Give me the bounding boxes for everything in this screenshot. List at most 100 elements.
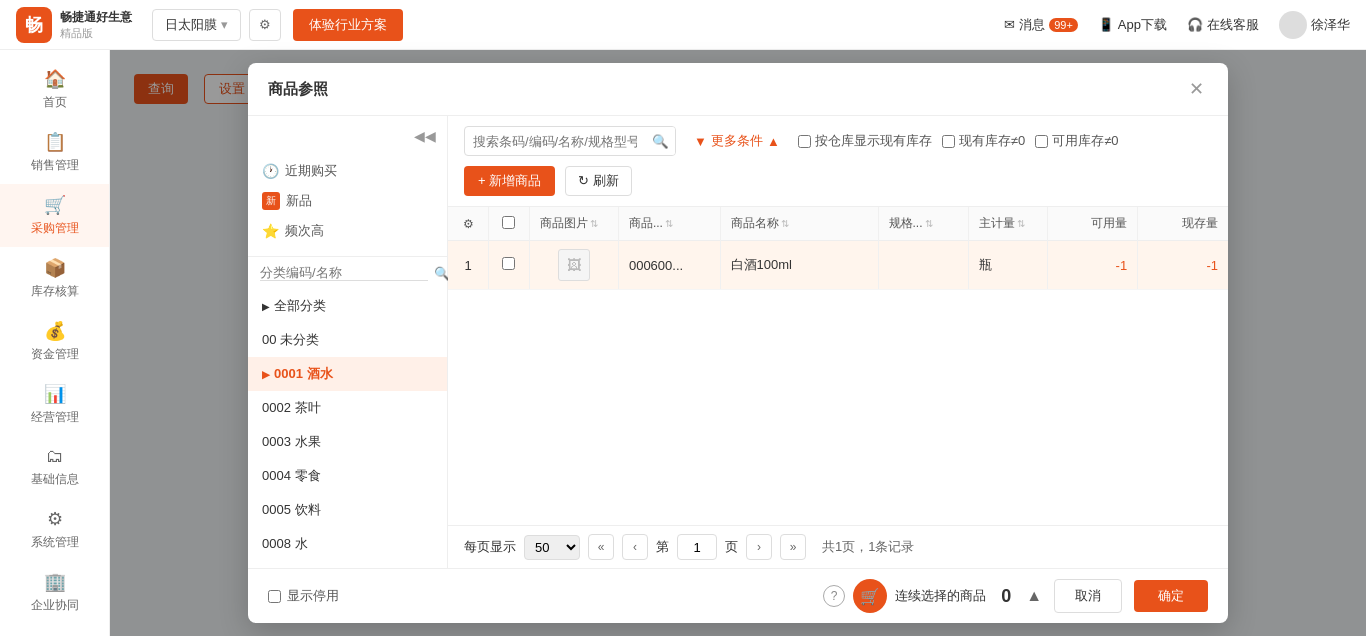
category-item-all[interactable]: ▶ 全部分类 [248,289,447,323]
operation-icon: 📊 [44,383,66,405]
cart-collapse-button[interactable]: ▲ [1026,587,1042,605]
sidebar-item-stock[interactable]: 📦 库存核算 [0,247,109,310]
refresh-button[interactable]: ↻ 刷新 [565,166,632,196]
th-name[interactable]: 商品名称 ⇅ [720,207,878,241]
checkbox-available-input[interactable] [942,135,955,148]
sidebar-label-finance: 资金管理 [31,346,79,363]
sidebar-item-enterprise[interactable]: 🏢 企业协同 [0,561,109,624]
sidebar-item-guide[interactable]: 📖 新手引导 [0,624,109,636]
sidebar-label-system: 系统管理 [31,534,79,551]
checkbox-by-warehouse-input[interactable] [798,135,811,148]
sort-code-icon: ⇅ [665,218,673,229]
left-top: ◀◀ [248,126,447,156]
category-item-0004[interactable]: 0004 零食 [248,459,447,493]
system-icon: ⚙ [47,508,63,530]
row-spec [878,241,968,290]
checkbox-by-warehouse[interactable]: 按仓库显示现有库存 [798,132,932,150]
page-label: 第 [656,538,669,556]
help-button[interactable]: ? [823,585,845,607]
row-unit: 瓶 [968,241,1047,290]
recent-icon: 🕐 [262,163,279,179]
filter-button[interactable]: ▼ 更多条件 ▲ [686,128,788,154]
sort-name-icon: ⇅ [781,218,789,229]
add-product-button[interactable]: + 新增商品 [464,166,555,196]
category-list: ▶ 全部分类 00 未分类 ▶ 0001 酒水 0002 茶 [248,289,447,558]
th-code[interactable]: 商品... ⇅ [618,207,720,241]
store-selector[interactable]: 日太阳膜 ▾ [152,9,241,41]
page-size-label: 每页显示 [464,538,516,556]
arrow-0001-icon: ▶ [262,369,270,380]
modal-title: 商品参照 [268,80,328,99]
quick-link-frequent[interactable]: ⭐ 频次高 [248,216,447,246]
th-unit[interactable]: 主计量 ⇅ [968,207,1047,241]
category-item-00-label: 00 未分类 [262,331,319,349]
home-icon: 🏠 [44,68,66,90]
quick-link-new[interactable]: 新 新品 [248,186,447,216]
finance-icon: 💰 [44,320,66,342]
settings-button[interactable]: ⚙ [249,9,281,41]
category-item-0008-label: 0008 水 [262,535,308,553]
cancel-button[interactable]: 取消 [1054,579,1122,613]
row-check[interactable] [489,241,530,290]
row-checkbox[interactable] [502,257,515,270]
modal-body: ◀◀ 🕐 近期购买 新 新品 ⭐ [248,116,1228,568]
online-service-btn[interactable]: 🎧 在线客服 [1187,16,1259,34]
sort-spec-icon: ⇅ [925,218,933,229]
logo-text: 畅捷通好生意 精品版 [60,9,132,41]
category-item-0002[interactable]: 0002 茶叶 [248,391,447,425]
user-profile[interactable]: 徐泽华 [1279,11,1350,39]
quick-link-recent[interactable]: 🕐 近期购买 [248,156,447,186]
message-badge: 99+ [1049,18,1078,32]
app-download-btn[interactable]: 📱 App下载 [1098,16,1167,34]
collapse-button[interactable]: ◀◀ [415,126,435,146]
select-all-checkbox[interactable] [502,216,515,229]
sidebar-item-home[interactable]: 🏠 首页 [0,58,109,121]
category-item-0001[interactable]: ▶ 0001 酒水 [248,357,447,391]
prev-page-button[interactable]: ‹ [622,534,648,560]
th-check[interactable] [489,207,530,241]
cart-button[interactable]: 🛒 [853,579,887,613]
message-btn[interactable]: ✉ 消息 99+ [1004,16,1078,34]
quick-link-recent-label: 近期购买 [285,162,337,180]
product-table-wrap: ⚙ 商品图片 ⇅ [448,207,1228,525]
category-item-0005[interactable]: 0005 饮料 [248,493,447,527]
category-item-0008[interactable]: 0008 水 [248,527,447,558]
th-settings[interactable]: ⚙ [448,207,489,241]
sidebar-item-basic[interactable]: 🗂 基础信息 [0,436,109,498]
category-search-input[interactable] [260,265,428,281]
checkbox-available-not-zero[interactable]: 现有库存≠0 [942,132,1025,150]
show-disabled-label[interactable]: 显示停用 [268,587,339,605]
page-size-select[interactable]: 50 10 20 100 [524,535,580,560]
last-page-button[interactable]: » [780,534,806,560]
sidebar: 🏠 首页 📋 销售管理 🛒 采购管理 📦 库存核算 💰 资金管理 📊 经营管理 … [0,50,110,636]
checkbox-usable-not-zero[interactable]: 可用库存≠0 [1035,132,1118,150]
cart-icon: 🛒 [860,587,880,606]
sidebar-item-system[interactable]: ⚙ 系统管理 [0,498,109,561]
sidebar-item-sales[interactable]: 📋 销售管理 [0,121,109,184]
search-input-wrap: 🔍 [464,126,676,156]
sidebar-label-stock: 库存核算 [31,283,79,300]
search-input[interactable] [465,134,645,149]
confirm-button[interactable]: 确定 [1134,580,1208,612]
sidebar-item-purchase[interactable]: 🛒 采购管理 [0,184,109,247]
search-button[interactable]: 🔍 [645,126,675,156]
sidebar-item-operation[interactable]: 📊 经营管理 [0,373,109,436]
phone-icon: 📱 [1098,17,1114,32]
trial-button[interactable]: 体验行业方案 [293,9,403,41]
category-item-00[interactable]: 00 未分类 [248,323,447,357]
page-number-input[interactable] [677,534,717,560]
th-img[interactable]: 商品图片 ⇅ [529,207,618,241]
th-spec[interactable]: 规格... ⇅ [878,207,968,241]
category-item-0002-label: 0002 茶叶 [262,399,321,417]
first-page-button[interactable]: « [588,534,614,560]
sidebar-label-basic: 基础信息 [31,471,79,488]
show-disabled-checkbox[interactable] [268,590,281,603]
next-page-button[interactable]: › [746,534,772,560]
checkbox-usable-input[interactable] [1035,135,1048,148]
table-row[interactable]: 1 🖼 [448,241,1228,290]
modal-close-button[interactable]: ✕ [1184,77,1208,101]
modal-header: 商品参照 ✕ [248,63,1228,116]
category-item-0003[interactable]: 0003 水果 [248,425,447,459]
sidebar-item-finance[interactable]: 💰 资金管理 [0,310,109,373]
enterprise-icon: 🏢 [44,571,66,593]
